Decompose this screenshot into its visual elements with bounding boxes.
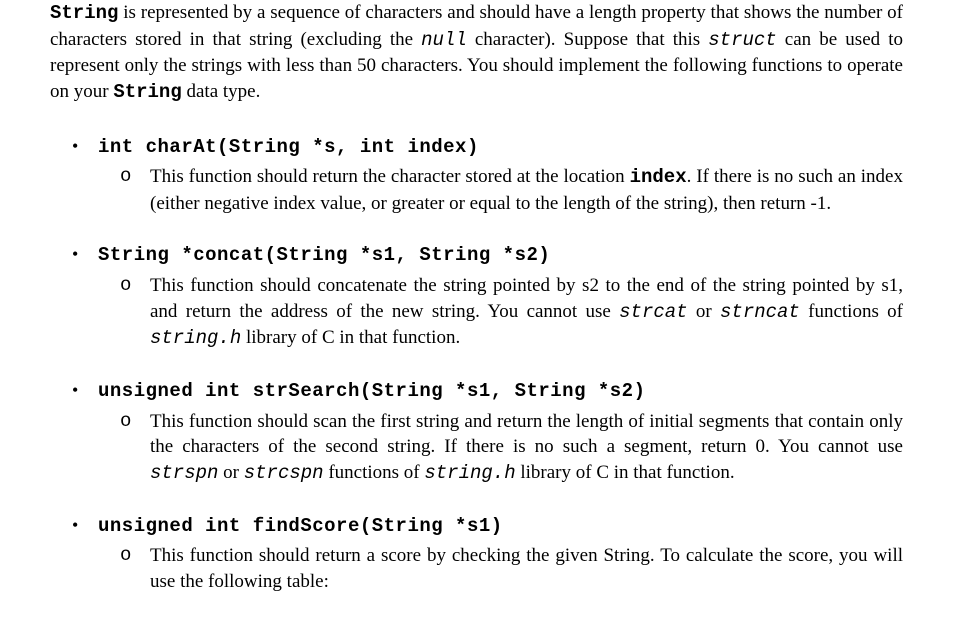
desc-strcspn-keyword: strcspn [244,462,324,484]
intro-struct-keyword: struct [708,29,776,51]
desc-strspn-keyword: strspn [150,462,218,484]
function-list: int charAt(String *s, int index) This fu… [50,134,903,595]
desc-text: library of C in that function. [516,462,735,483]
desc-strcat-keyword: strcat [619,301,687,323]
desc-index-keyword: index [630,166,687,188]
desc-text: or [688,301,720,322]
desc-text: functions of [800,301,903,322]
desc-text: or [218,462,243,483]
function-description-list: This function should return the characte… [98,164,903,216]
function-item-concat: String *concat(String *s1, String *s2) T… [98,242,903,352]
intro-text-2: character). Suppose that this [467,29,709,50]
function-signature: unsigned int findScore(String *s1) [98,515,503,537]
function-description-list: This function should concatenate the str… [98,273,903,352]
function-signature: String *concat(String *s1, String *s2) [98,244,550,266]
desc-strncat-keyword: strncat [720,301,800,323]
function-description: This function should return the characte… [150,164,903,216]
desc-text: This function should scan the first stri… [150,411,903,458]
function-description-list: This function should scan the first stri… [98,409,903,487]
function-description: This function should concatenate the str… [150,273,903,352]
function-item-charat: int charAt(String *s, int index) This fu… [98,134,903,217]
function-item-findscore: unsigned int findScore(String *s1) This … [98,513,903,595]
function-description: This function should return a score by c… [150,543,903,594]
desc-text: This function should return a score by c… [150,545,903,592]
intro-paragraph: String is represented by a sequence of c… [50,0,903,106]
function-description: This function should scan the first stri… [150,409,903,487]
intro-null-keyword: null [421,29,467,51]
function-signature: unsigned int strSearch(String *s1, Strin… [98,380,646,402]
desc-stringh-keyword: string.h [424,462,515,484]
function-item-strsearch: unsigned int strSearch(String *s1, Strin… [98,378,903,487]
intro-string-keyword-2: String [113,81,181,103]
desc-text: This function should return the characte… [150,166,630,187]
function-description-list: This function should return a score by c… [98,543,903,594]
intro-text-4: data type. [182,81,261,102]
desc-stringh-keyword: string.h [150,327,241,349]
desc-text: library of C in that function. [241,327,460,348]
desc-text: functions of [324,462,425,483]
function-signature: int charAt(String *s, int index) [98,136,479,158]
intro-string-keyword: String [50,2,118,24]
